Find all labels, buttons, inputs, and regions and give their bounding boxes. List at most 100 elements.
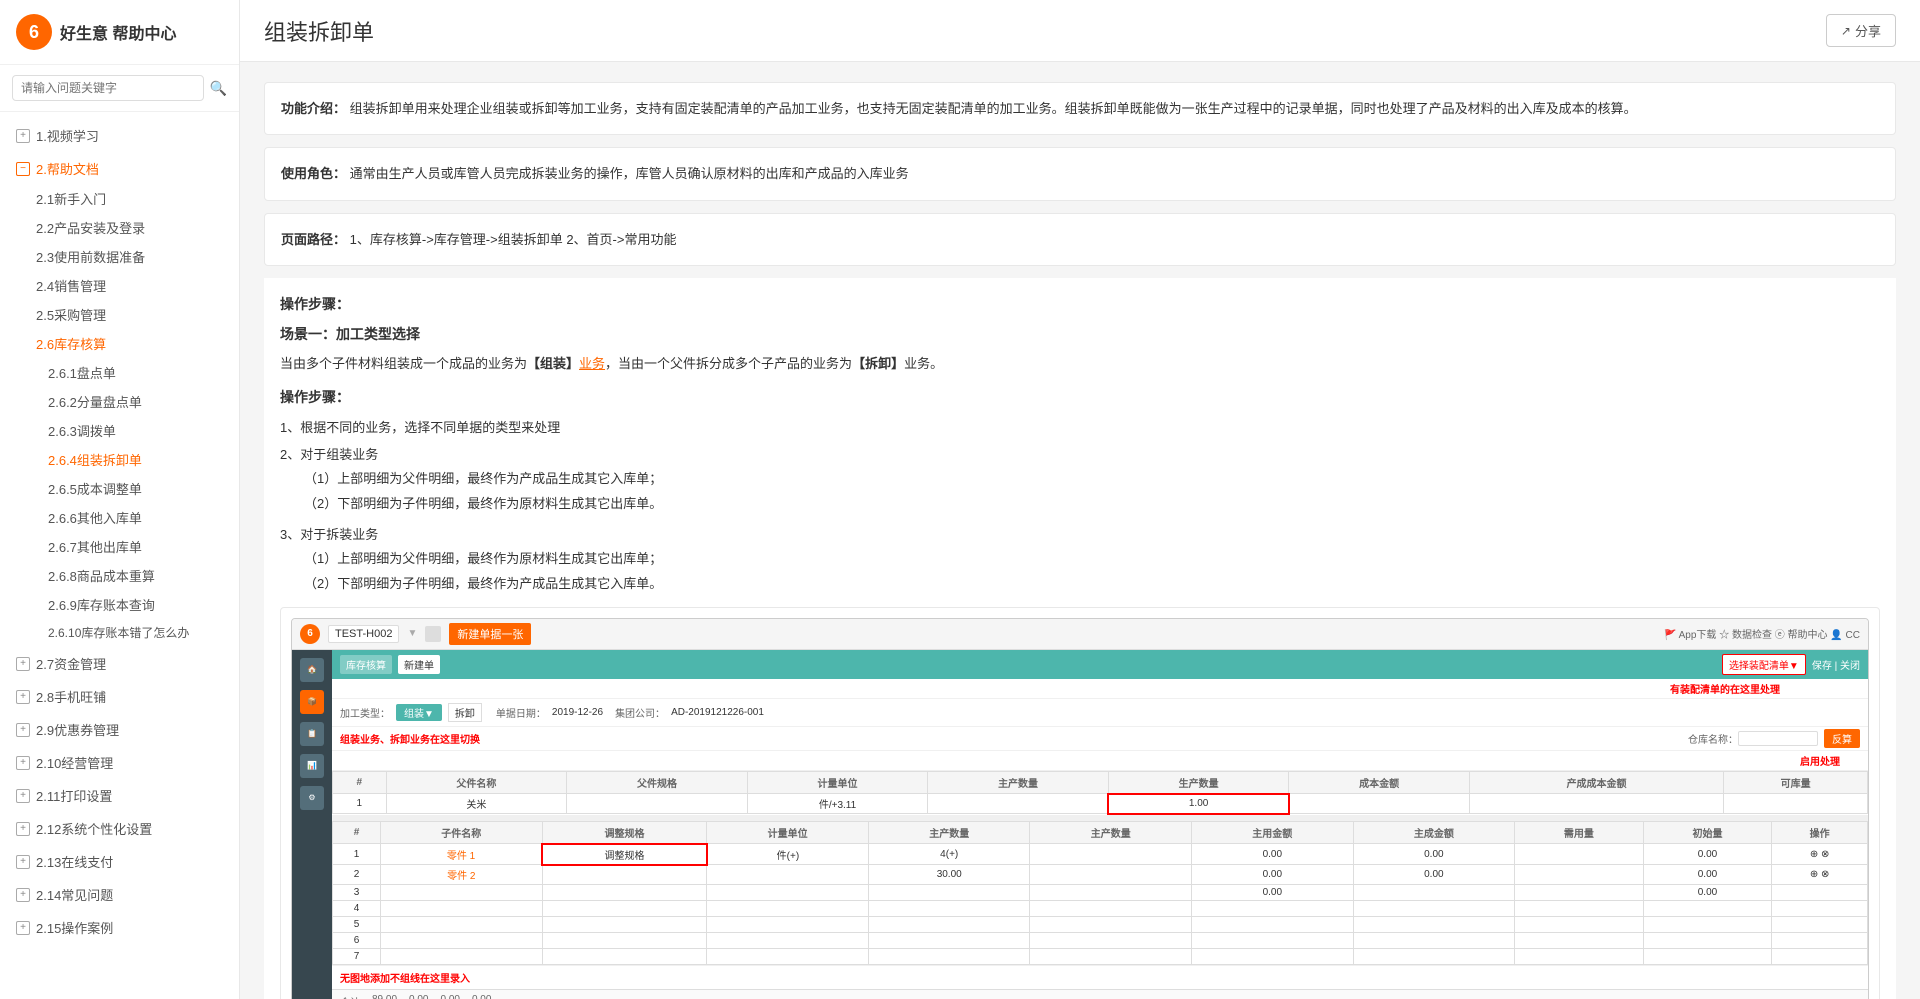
nav-section-10: + 2.14常见问题 (0, 879, 239, 910)
sidebar-item-assembly[interactable]: 2.6.4组装拆卸单 (0, 445, 239, 474)
step2: 2、对于组装业务 (280, 444, 1880, 463)
sidebar-item-newuser[interactable]: 2.1新手入门 (0, 184, 239, 213)
sidebar-item-cases[interactable]: + 2.15操作案例 (0, 912, 239, 943)
step1: 1、根据不同的业务，选择不同单据的类型来处理 (280, 417, 1880, 436)
search-icon[interactable]: 🔍 (210, 80, 227, 97)
sidebar-item-label: 2.9优惠券管理 (36, 720, 119, 739)
sidebar-item-label: 2.13在线支付 (36, 852, 113, 871)
steps-area: 操作步骤： 场景一：加工类型选择 当由多个子件材料组装成一个成品的业务为【组装】… (264, 278, 1896, 999)
mock-tab-neworder[interactable]: 新建单 (398, 655, 440, 674)
sidebar-item-label: 2.10经营管理 (36, 753, 113, 772)
nav-section-1: + 1.视频学习 (0, 120, 239, 151)
nav-section-4: + 2.8手机旺铺 (0, 681, 239, 712)
mock-disassemble-btn[interactable]: 拆卸 (448, 703, 482, 722)
mock-annotation4: 无图地添加不组线在这里录入 (340, 974, 470, 985)
sidebar-item-purchase[interactable]: 2.5采购管理 (0, 300, 239, 329)
mock-cell-1-unit: 件/+3.11 (747, 794, 928, 814)
mock-lcell-1-name: 零件 1 (381, 844, 543, 865)
mock-footer-val1: 89.00 (372, 994, 397, 999)
sidebar-item-label: 2.帮助文档 (36, 159, 99, 178)
table-row: 1 关米 件/+3.11 1.00 (333, 794, 1868, 814)
mock-store-input[interactable] (1738, 731, 1818, 746)
sidebar-item-partcheck[interactable]: 2.6.2分量盘点单 (0, 387, 239, 416)
sidebar-item-video[interactable]: + 1.视频学习 (0, 120, 239, 151)
mock-sidebar: 🏠 📦 📋 📊 ⚙ (292, 650, 332, 999)
mock-lower-table-area: # 子件名称 调整规格 计量单位 主产数量 主产数量 主用金额 主成金额 (332, 821, 1868, 990)
sidebar-item-transfer[interactable]: 2.6.3调拨单 (0, 416, 239, 445)
sidebar-item-otherinbound[interactable]: 2.6.6其他入库单 (0, 503, 239, 532)
mock-form-row1: 加工类型： 组装▼ 拆卸 单据日期： 2019-12-26 集团公司： AD-2… (332, 699, 1868, 727)
mock-footer-val4: 0.00 (472, 994, 491, 999)
sidebar-item-faq[interactable]: + 2.14常见问题 (0, 879, 239, 910)
mock-col-parentspec: 父件规格 (567, 771, 748, 794)
sidebar-item-install[interactable]: 2.2产品安装及登录 (0, 213, 239, 242)
expand-icon: + (16, 789, 30, 803)
logo-text: 好生意 帮助中心 (60, 20, 176, 44)
expand-icon: + (16, 657, 30, 671)
search-input[interactable] (12, 75, 204, 101)
sidebar-item-costadjust[interactable]: 2.6.5成本调整单 (0, 474, 239, 503)
mock-sidebar-icon3: 📊 (300, 754, 324, 778)
sidebar-item-print[interactable]: + 2.11打印设置 (0, 780, 239, 811)
mock-cell-1-prodcost (1469, 794, 1723, 814)
sidebar-item-payment[interactable]: + 2.13在线支付 (0, 846, 239, 877)
sidebar-item-operation[interactable]: + 2.10经营管理 (0, 747, 239, 778)
mock-lcell-1-num: 1 (333, 844, 381, 865)
sidebar-item-otheroutbound[interactable]: 2.6.7其他出库单 (0, 532, 239, 561)
function-intro-text: 组装拆卸单用来处理企业组装或拆卸等加工业务，支持有固定装配清单的产品加工业务，也… (350, 101, 1637, 116)
expand-icon: + (16, 723, 30, 737)
mock-apply-btn[interactable]: 反算 (1824, 729, 1860, 748)
mock-annotation2: 组装业务、拆卸业务在这里切换 (340, 731, 480, 746)
mock-footer-val3: 0.00 (441, 994, 460, 999)
mock-new-btn[interactable]: 新建单据一张 (449, 623, 531, 645)
mock-sidebar-inventory: 📦 (300, 690, 324, 714)
sidebar-item-sales[interactable]: 2.4销售管理 (0, 271, 239, 300)
sidebar: 6 好生意 帮助中心 🔍 + 1.视频学习 − 2.帮助文档 2.1新手入门 2… (0, 0, 240, 999)
mock-assemble-btn[interactable]: 组装▼ (396, 704, 442, 721)
mock-ann1-area: 有装配清单的在这里处理 (332, 679, 1868, 699)
content-area: 功能介绍： 组装拆卸单用来处理企业组装或拆卸等加工业务，支持有固定装配清单的产品… (240, 62, 1920, 999)
mock-lcell-1-spec: 调整规格 (542, 844, 707, 865)
sidebar-item-personalize[interactable]: + 2.12系统个性化设置 (0, 813, 239, 844)
scene1-intro: 当由多个子件材料组装成一个成品的业务为【组装】业务，当由一个父件拆分成多个子产品… (280, 352, 1880, 377)
mock-lcell-2-actual (1030, 865, 1192, 885)
mock-cell-1-prodqty: 1.00 (1108, 794, 1289, 814)
scene1-title: 场景一：加工类型选择 (280, 324, 1880, 344)
expand-icon: + (16, 690, 30, 704)
main-content: 组装拆卸单 ↗ 分享 功能介绍： 组装拆卸单用来处理企业组装或拆卸等加工业务，支… (240, 0, 1920, 999)
share-button[interactable]: ↗ 分享 (1826, 14, 1896, 47)
mock-lcell-1-unit: 件(+) (707, 844, 869, 865)
function-intro-label: 功能介绍： (281, 101, 346, 116)
mock-annotation1: 有装配清单的在这里处理 (1670, 681, 1780, 696)
mock-lcell-2-need (1515, 865, 1644, 885)
sidebar-item-docs[interactable]: − 2.帮助文档 (0, 153, 239, 184)
mock-lcell-2-plan: 30.00 (868, 865, 1030, 885)
search-area: 🔍 (0, 65, 239, 112)
sidebar-item-dataprep[interactable]: 2.3使用前数据准备 (0, 242, 239, 271)
sidebar-item-stockcheck[interactable]: 2.6.1盘点单 (0, 358, 239, 387)
mock-lcell-2-spec (542, 865, 707, 885)
sidebar-item-finance[interactable]: + 2.7资金管理 (0, 648, 239, 679)
sidebar-item-ledgerproblem[interactable]: 2.6.10库存账本错了怎么办 (0, 619, 239, 646)
mock-order-val: AD-2019121226-001 (671, 707, 764, 718)
sidebar-item-costreset[interactable]: 2.6.8商品成本重算 (0, 561, 239, 590)
mock-lcell-1-need (1515, 844, 1644, 865)
mock-tab-inventory[interactable]: 库存核算 (340, 655, 392, 674)
steps-intro-title: 操作步骤： (280, 387, 1880, 407)
expand-icon: + (16, 129, 30, 143)
path-label: 页面路径： (281, 232, 346, 247)
function-intro-block: 功能介绍： 组装拆卸单用来处理企业组装或拆卸等加工业务，支持有固定装配清单的产品… (264, 82, 1896, 135)
sidebar-item-coupon[interactable]: + 2.9优惠券管理 (0, 714, 239, 745)
mock-lcol-cost2: 主成金额 (1353, 821, 1515, 844)
mock-lcell-2-cost1: 0.00 (1192, 865, 1354, 885)
sidebar-item-stockledger[interactable]: 2.6.9库存账本查询 (0, 590, 239, 619)
nav-section-9: + 2.13在线支付 (0, 846, 239, 877)
table-row: 7 (333, 949, 1868, 965)
role-text: 通常由生产人员或库管人员完成拆装业务的操作，库管人员确认原材料的出库和产成品的入… (350, 166, 909, 181)
mock-lcol-need: 需用量 (1515, 821, 1644, 844)
sidebar-item-mobile[interactable]: + 2.8手机旺铺 (0, 681, 239, 712)
mock-footer-val2: 0.00 (409, 994, 428, 999)
mock-ann2-area: 组装业务、拆卸业务在这里切换 仓库名称： 反算 (332, 727, 1868, 751)
mock-lcol-num: # (333, 821, 381, 844)
sidebar-item-inventory[interactable]: 2.6库存核算 (0, 329, 239, 358)
